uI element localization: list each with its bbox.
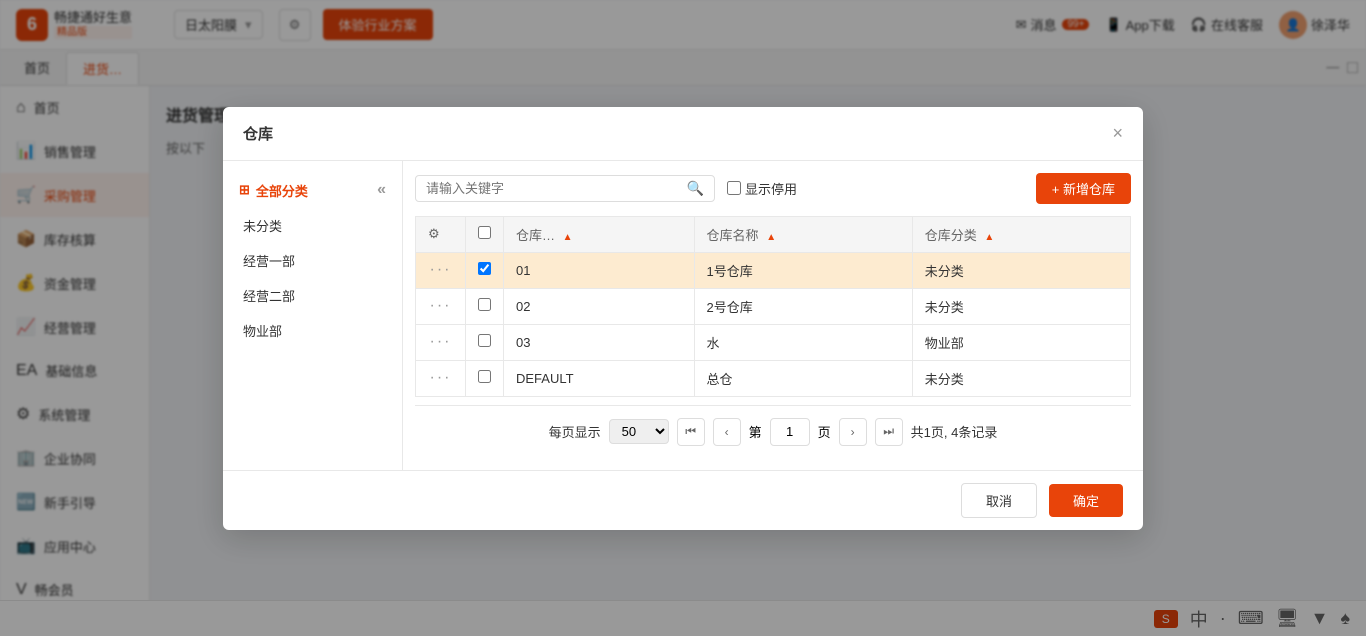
category-panel: ⊞ 全部分类 « 未分类经营一部经营二部物业部 <box>223 161 403 470</box>
table-header: ⚙ 仓库… ▲ 仓库名称 ▲ <box>416 216 1131 252</box>
table-container: ⚙ 仓库… ▲ 仓库名称 ▲ <box>415 216 1131 397</box>
search-input[interactable] <box>426 181 687 196</box>
page-unit: 页 <box>818 422 831 441</box>
row-code-cell: DEFAULT <box>504 360 695 396</box>
col-code-header: 仓库… ▲ <box>504 216 695 252</box>
row-checkbox[interactable] <box>478 334 491 347</box>
row-actions-icon[interactable]: ··· <box>430 369 452 386</box>
total-info: 共1页, 4条记录 <box>911 422 998 441</box>
table-row[interactable]: ··· 02 2号仓库 未分类 <box>416 288 1131 324</box>
row-actions-icon[interactable]: ··· <box>430 333 452 350</box>
warehouse-table: ⚙ 仓库… ▲ 仓库名称 ▲ <box>415 216 1131 397</box>
collapse-icon[interactable]: « <box>377 181 386 199</box>
col-check-header <box>466 216 504 252</box>
search-box: 🔍 <box>415 175 715 202</box>
search-icon[interactable]: 🔍 <box>687 180 704 197</box>
row-checkbox[interactable] <box>478 262 491 275</box>
row-checkbox[interactable] <box>478 370 491 383</box>
col-gear-header: ⚙ <box>416 216 466 252</box>
row-check-cell <box>466 324 504 360</box>
table-toolbar: 🔍 显示停用 + 新增仓库 <box>415 173 1131 204</box>
first-page-button[interactable]: ⏮ <box>677 418 705 446</box>
row-category-cell: 未分类 <box>912 360 1130 396</box>
grid-icon: ⊞ <box>239 182 250 198</box>
all-categories-item[interactable]: ⊞ 全部分类 « <box>223 173 402 208</box>
row-actions-cell: ··· <box>416 252 466 288</box>
show-disabled-checkbox[interactable] <box>727 181 741 195</box>
row-check-cell <box>466 288 504 324</box>
table-row[interactable]: ··· DEFAULT 总仓 未分类 <box>416 360 1131 396</box>
row-actions-icon[interactable]: ··· <box>430 297 452 314</box>
row-name-cell: 1号仓库 <box>694 252 912 288</box>
row-name-cell: 水 <box>694 324 912 360</box>
add-warehouse-button[interactable]: + 新增仓库 <box>1036 173 1131 204</box>
modal-footer: 取消 确定 <box>223 470 1143 530</box>
page-size-label: 每页显示 <box>549 422 601 441</box>
col-category-header: 仓库分类 ▲ <box>912 216 1130 252</box>
warehouse-modal: 仓库 × ⊞ 全部分类 « 未分类经营一部经营二部物业部 <box>223 107 1143 530</box>
row-actions-cell: ··· <box>416 288 466 324</box>
show-disabled-label[interactable]: 显示停用 <box>727 179 797 198</box>
row-checkbox[interactable] <box>478 298 491 311</box>
category-item[interactable]: 经营二部 <box>223 278 402 313</box>
pagination: 每页显示 50 10 20 100 ⏮ ‹ 第 页 › ⏭ 共1页, 4条记录 <box>415 405 1131 458</box>
table-panel: 🔍 显示停用 + 新增仓库 ⚙ <box>403 161 1143 470</box>
row-category-cell: 未分类 <box>912 288 1130 324</box>
row-check-cell <box>466 360 504 396</box>
table-row[interactable]: ··· 03 水 物业部 <box>416 324 1131 360</box>
row-actions-icon[interactable]: ··· <box>430 261 452 278</box>
row-category-cell: 物业部 <box>912 324 1130 360</box>
modal-overlay: 仓库 × ⊞ 全部分类 « 未分类经营一部经营二部物业部 <box>0 0 1366 636</box>
category-item[interactable]: 物业部 <box>223 313 402 348</box>
select-all-checkbox[interactable] <box>478 226 491 239</box>
table-body: ··· 01 1号仓库 未分类 ··· 02 2号仓库 未分类 ··· 03 水… <box>416 252 1131 396</box>
row-actions-cell: ··· <box>416 324 466 360</box>
modal-body: ⊞ 全部分类 « 未分类经营一部经营二部物业部 🔍 <box>223 161 1143 470</box>
row-name-cell: 2号仓库 <box>694 288 912 324</box>
cancel-button[interactable]: 取消 <box>961 483 1037 518</box>
last-page-button[interactable]: ⏭ <box>875 418 903 446</box>
sort-category-icon: ▲ <box>984 232 994 243</box>
confirm-button[interactable]: 确定 <box>1049 484 1123 517</box>
row-code-cell: 01 <box>504 252 695 288</box>
sort-code-icon: ▲ <box>563 232 573 243</box>
close-icon[interactable]: × <box>1112 124 1123 142</box>
category-item[interactable]: 未分类 <box>223 208 402 243</box>
row-category-cell: 未分类 <box>912 252 1130 288</box>
category-item[interactable]: 经营一部 <box>223 243 402 278</box>
page-number-input[interactable] <box>770 418 810 446</box>
prev-page-button[interactable]: ‹ <box>713 418 741 446</box>
table-row[interactable]: ··· 01 1号仓库 未分类 <box>416 252 1131 288</box>
modal-header: 仓库 × <box>223 107 1143 161</box>
row-check-cell <box>466 252 504 288</box>
next-page-button[interactable]: › <box>839 418 867 446</box>
row-code-cell: 02 <box>504 288 695 324</box>
row-actions-cell: ··· <box>416 360 466 396</box>
row-name-cell: 总仓 <box>694 360 912 396</box>
page-size-select[interactable]: 50 10 20 100 <box>609 419 669 444</box>
row-code-cell: 03 <box>504 324 695 360</box>
col-name-header: 仓库名称 ▲ <box>694 216 912 252</box>
page-word: 第 <box>749 422 762 441</box>
sort-name-icon: ▲ <box>766 232 776 243</box>
modal-title: 仓库 <box>243 123 273 144</box>
